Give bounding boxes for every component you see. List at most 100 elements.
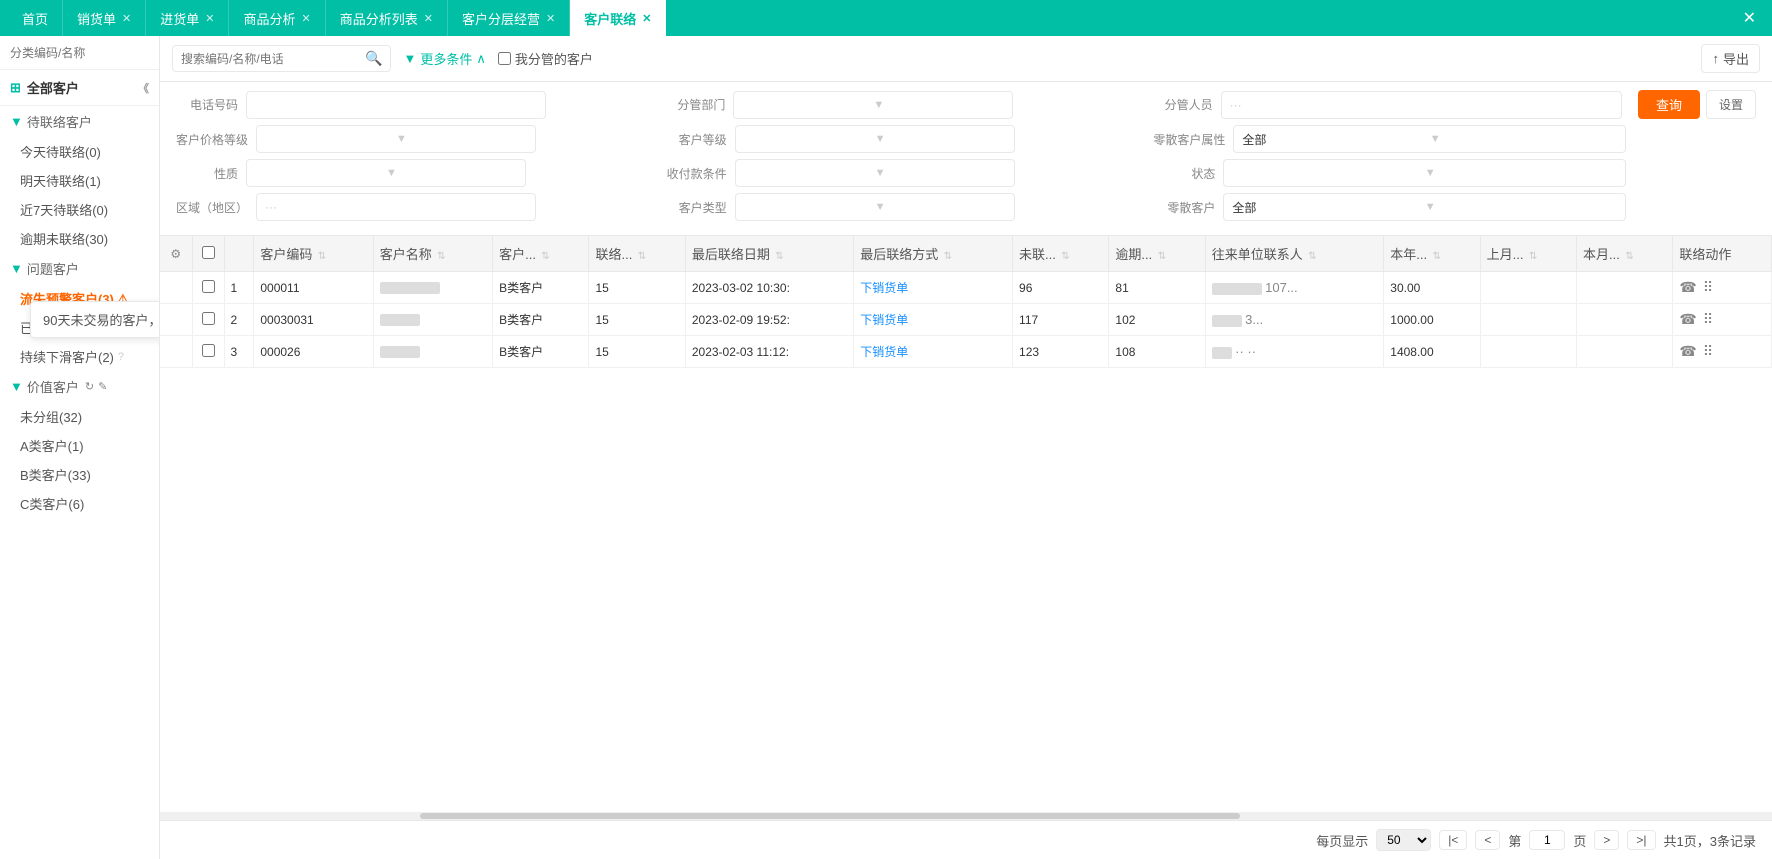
chevron-down-icon: ▼	[1425, 167, 1617, 179]
sidebar-group-problem[interactable]: ▼ 问题客户	[0, 253, 159, 284]
row-this-month	[1577, 336, 1673, 368]
contact-icon[interactable]: ☎	[1679, 279, 1696, 296]
close-icon-active[interactable]: ✕	[642, 12, 651, 25]
retail-customer-select[interactable]: 全部 ▼	[1223, 193, 1626, 221]
main-search-input[interactable]	[181, 52, 361, 66]
export-button[interactable]: ↑ 导出	[1701, 44, 1760, 73]
sidebar-group-pending[interactable]: ▼ 待联络客户	[0, 106, 159, 137]
region-ellipsis[interactable]: ···	[256, 193, 536, 221]
row-this-month	[1577, 304, 1673, 336]
row-settings-cell	[160, 272, 192, 304]
sidebar-group-value[interactable]: ▼ 价值客户 ↻ ✎	[0, 371, 159, 402]
col-customer-name[interactable]: 客户名称 ⇅	[373, 236, 492, 272]
col-last-contact-method[interactable]: 最后联络方式 ⇅	[854, 236, 1013, 272]
contact-icon[interactable]: ☎	[1679, 343, 1696, 360]
col-contact[interactable]: 联络... ⇅	[589, 236, 685, 272]
adv-field-dept: 分管部门 ▼	[663, 91, 1134, 119]
contact-icon[interactable]: ☎	[1679, 311, 1696, 328]
col-customer-code[interactable]: 客户编码 ⇅	[254, 236, 373, 272]
adv-field-manager: 分管人员 ···	[1151, 91, 1622, 119]
sidebar-item-b-class[interactable]: B类客户(33)	[0, 460, 159, 489]
sidebar-item-tomorrow[interactable]: 明天待联络(1)	[0, 166, 159, 195]
status-select[interactable]: ▼	[1223, 159, 1626, 187]
close-icon[interactable]: ✕	[205, 12, 214, 25]
settings-button[interactable]: 设置	[1706, 90, 1756, 119]
page-number-input[interactable]	[1529, 830, 1565, 850]
phone-input[interactable]	[246, 91, 546, 119]
edit-icon[interactable]: ✎	[98, 380, 107, 393]
status-label: 状态	[1153, 165, 1223, 182]
more-conditions-btn[interactable]: ▼ 更多条件 ∧	[403, 49, 485, 68]
first-page-button[interactable]: |<	[1439, 830, 1467, 850]
nav-tab-purchase[interactable]: 进货单 ✕	[146, 0, 229, 36]
scrollbar-thumb[interactable]	[420, 813, 1240, 819]
close-icon[interactable]: ✕	[302, 12, 311, 25]
nav-tab-customer-contact[interactable]: 客户联络 ✕	[570, 0, 666, 36]
table-settings-col[interactable]: ⚙	[160, 236, 192, 272]
close-icon[interactable]: ✕	[122, 12, 131, 25]
close-icon[interactable]: ✕	[546, 12, 555, 25]
price-level-select[interactable]: ▼	[256, 125, 536, 153]
sidebar-item-declining[interactable]: 持续下滑客户(2) ?	[0, 342, 159, 371]
more-actions-icon[interactable]: ⠿	[1703, 311, 1713, 328]
col-customer-type[interactable]: 客户... ⇅	[493, 236, 589, 272]
col-this-year[interactable]: 本年... ⇅	[1384, 236, 1480, 272]
col-no-contact[interactable]: 未联... ⇅	[1013, 236, 1109, 272]
customer-type-select[interactable]: ▼	[735, 193, 1015, 221]
prev-page-button[interactable]: <	[1475, 830, 1500, 850]
sidebar-item-a-class[interactable]: A类客户(1)	[0, 431, 159, 460]
more-actions-icon[interactable]: ⠿	[1703, 279, 1713, 296]
table-checkbox-col	[192, 236, 224, 272]
customer-type-label: 客户类型	[665, 199, 735, 216]
nav-tab-customer-segment[interactable]: 客户分层经营 ✕	[448, 0, 570, 36]
nav-tab-analysis-list[interactable]: 商品分析列表 ✕	[326, 0, 448, 36]
manager-ellipsis[interactable]: ···	[1221, 91, 1622, 119]
tooltip-box: 90天未交易的客户，可能有流失风险。	[30, 301, 160, 338]
sidebar-item-ungrouped[interactable]: 未分组(32)	[0, 402, 159, 431]
search-submit-icon[interactable]: 🔍	[365, 50, 382, 67]
more-actions-icon[interactable]: ⠿	[1703, 343, 1713, 360]
nav-tab-home[interactable]: 首页	[8, 0, 63, 36]
window-close-button[interactable]: ✕	[1735, 8, 1764, 28]
row-last-method[interactable]: 下销货单	[854, 272, 1013, 304]
row-code: 000026	[254, 336, 373, 368]
row-checkbox[interactable]	[202, 344, 215, 357]
my-customers-checkbox[interactable]	[498, 52, 511, 65]
retail-attr-select[interactable]: 全部 ▼	[1233, 125, 1626, 153]
next-page-button[interactable]: >	[1594, 830, 1619, 850]
row-checkbox[interactable]	[202, 312, 215, 325]
col-unit-contact[interactable]: 往来单位联系人 ⇅	[1205, 236, 1383, 272]
sidebar-item-today[interactable]: 今天待联络(0)	[0, 137, 159, 166]
per-page-select[interactable]: 50 100 200	[1376, 829, 1431, 851]
refresh-icon[interactable]: ↻	[85, 380, 94, 393]
sort-icon: ⇅	[944, 251, 952, 262]
last-page-button[interactable]: >|	[1627, 830, 1655, 850]
col-last-contact-date[interactable]: 最后联络日期 ⇅	[685, 236, 853, 272]
sidebar-item-7days[interactable]: 近7天待联络(0)	[0, 195, 159, 224]
dept-select[interactable]: ▼	[733, 91, 1013, 119]
close-icon[interactable]: ✕	[424, 12, 433, 25]
horizontal-scrollbar[interactable]	[160, 812, 1772, 820]
chevron-down-icon: ▼	[873, 99, 1004, 111]
query-button[interactable]: 查询	[1638, 90, 1700, 119]
row-type: B类客户	[493, 304, 589, 336]
col-index	[224, 236, 254, 272]
sidebar-item-overdue[interactable]: 逾期未联络(30)	[0, 224, 159, 253]
payment-select[interactable]: ▼	[735, 159, 1015, 187]
col-last-month[interactable]: 上月... ⇅	[1480, 236, 1576, 272]
chevron-down-icon: ▼	[396, 133, 527, 145]
nav-tab-sales[interactable]: 销货单 ✕	[63, 0, 146, 36]
sidebar-item-c-class[interactable]: C类客户(6)	[0, 489, 159, 518]
row-checkbox[interactable]	[202, 280, 215, 293]
row-checkbox-cell	[192, 304, 224, 336]
select-all-checkbox[interactable]	[202, 246, 215, 259]
sidebar-all-customers[interactable]: ⊞ 全部客户 《	[0, 70, 159, 106]
customer-level-select[interactable]: ▼	[735, 125, 1015, 153]
col-this-month[interactable]: 本月... ⇅	[1577, 236, 1673, 272]
row-last-method[interactable]: 下销货单	[854, 304, 1013, 336]
sidebar-search-input[interactable]	[10, 46, 160, 60]
row-last-method[interactable]: 下销货单	[854, 336, 1013, 368]
nature-select[interactable]: ▼	[246, 159, 526, 187]
nav-tab-analysis[interactable]: 商品分析 ✕	[229, 0, 325, 36]
col-overdue[interactable]: 逾期... ⇅	[1109, 236, 1205, 272]
